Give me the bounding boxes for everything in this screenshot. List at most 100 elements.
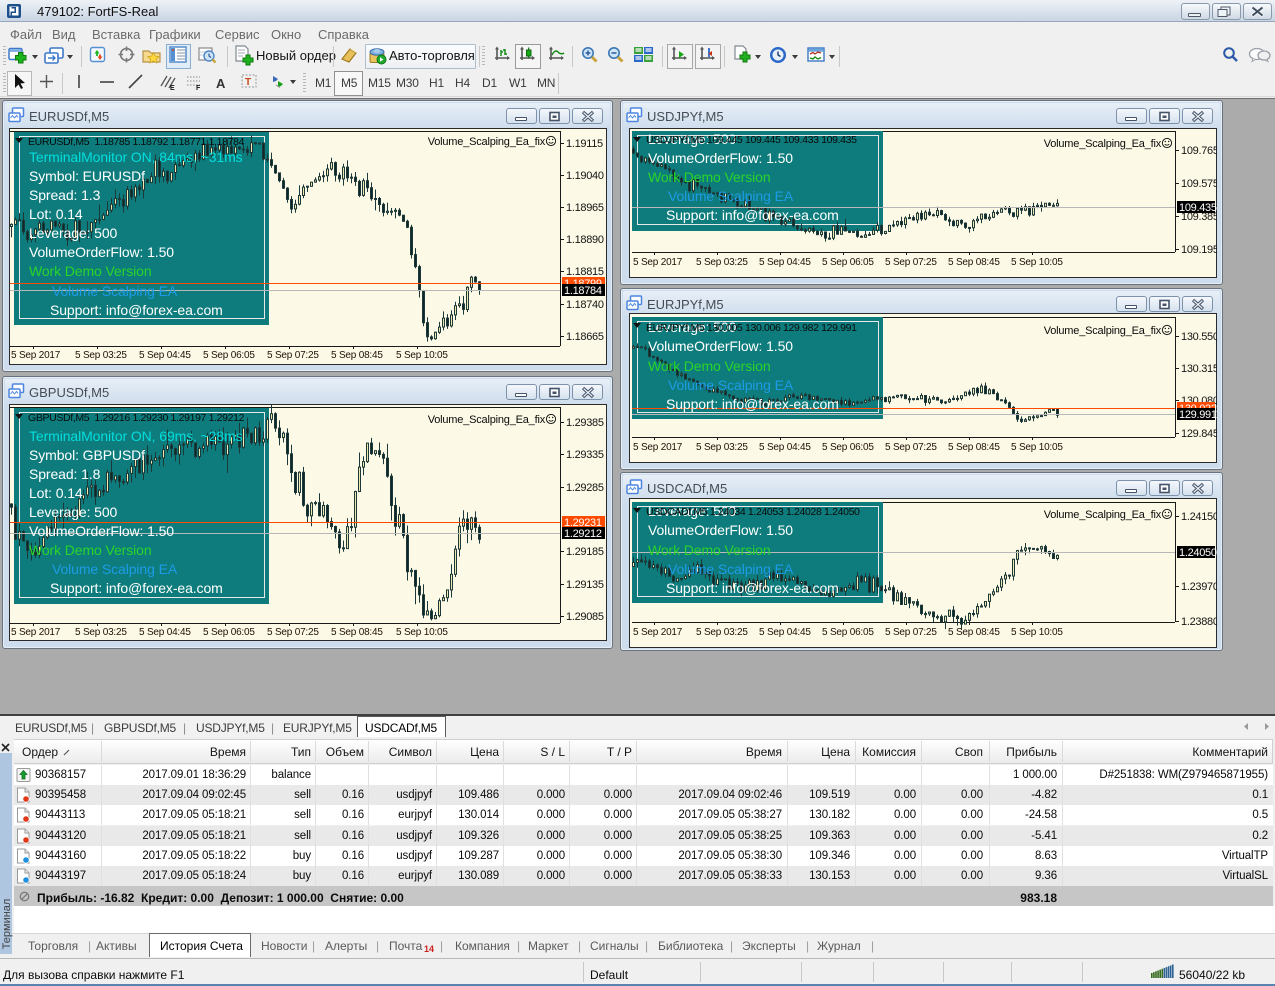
svg-text:Volume_Scalping_Ea_fix: Volume_Scalping_Ea_fix (1044, 509, 1162, 521)
svg-text:Support: info@forex-ea.com: Support: info@forex-ea.com (666, 580, 839, 596)
svg-text:5 Sep 03:25: 5 Sep 03:25 (696, 257, 748, 268)
svg-text:5 Sep 08:45: 5 Sep 08:45 (331, 627, 383, 638)
svg-text:1.29185: 1.29185 (566, 546, 604, 558)
svg-text:1.18815: 1.18815 (566, 266, 604, 278)
svg-text:1.29385: 1.29385 (566, 417, 604, 429)
svg-text:5 Sep 03:25: 5 Sep 03:25 (75, 350, 127, 361)
svg-text:1.29335: 1.29335 (566, 449, 604, 461)
svg-text:VolumeOrderFlow: 1.50: VolumeOrderFlow: 1.50 (648, 338, 793, 354)
svg-text:Leverage: 500: Leverage: 500 (29, 504, 118, 520)
svg-text:Volume_Scalping_Ea_fix: Volume_Scalping_Ea_fix (1044, 325, 1162, 337)
svg-text:1.23880: 1.23880 (1181, 616, 1217, 628)
svg-text:109.435: 109.435 (1179, 202, 1217, 214)
svg-text:1.24150: 1.24150 (1181, 511, 1217, 523)
svg-text:Support: info@forex-ea.com: Support: info@forex-ea.com (50, 302, 223, 318)
svg-text:Leverage: 500: Leverage: 500 (29, 225, 118, 241)
svg-text:5 Sep 10:05: 5 Sep 10:05 (1011, 257, 1063, 268)
svg-text:1.19040: 1.19040 (566, 170, 604, 182)
svg-text:GBPUSDf,M5 1.29216 1.29230 1.: GBPUSDf,M5 1.29216 1.29230 1.29197 1.292… (28, 412, 245, 424)
svg-text:130.315: 130.315 (1181, 363, 1217, 375)
svg-text:1.18784: 1.18784 (564, 285, 602, 297)
svg-text:VolumeOrderFlow: 1.50: VolumeOrderFlow: 1.50 (29, 523, 174, 539)
svg-text:5 Sep 10:05: 5 Sep 10:05 (396, 350, 448, 361)
svg-text:5 Sep 06:05: 5 Sep 06:05 (822, 257, 874, 268)
svg-text:Lot: 0.14: Lot: 0.14 (29, 485, 83, 501)
svg-text:1.19115: 1.19115 (566, 138, 603, 150)
svg-text:Volume Scalping EA: Volume Scalping EA (668, 188, 794, 204)
svg-text:Support: info@forex-ea.com: Support: info@forex-ea.com (666, 207, 839, 223)
svg-text:Symbol: GBPUSDf: Symbol: GBPUSDf (29, 447, 145, 463)
svg-text:1.24050: 1.24050 (1179, 547, 1217, 559)
svg-text:VolumeOrderFlow: 1.50: VolumeOrderFlow: 1.50 (648, 522, 793, 538)
svg-text:5 Sep 08:45: 5 Sep 08:45 (948, 442, 1000, 453)
svg-text:129.991: 129.991 (1179, 409, 1217, 421)
svg-text:1.18965: 1.18965 (566, 202, 604, 214)
svg-text:5 Sep 2017: 5 Sep 2017 (11, 350, 61, 361)
svg-text:Spread: 1.3: Spread: 1.3 (29, 187, 101, 203)
svg-text:130.550: 130.550 (1181, 331, 1217, 343)
svg-text:5 Sep 2017: 5 Sep 2017 (11, 627, 61, 638)
svg-text:F: F (196, 85, 201, 92)
svg-text:Volume_Scalping_Ea_fix: Volume_Scalping_Ea_fix (1044, 138, 1162, 150)
svg-text:1.29085: 1.29085 (566, 611, 604, 623)
svg-text:USDCADf,M5 1.24034 1.24053 1.2: USDCADf,M5 1.24034 1.24053 1.24028 1.240… (646, 506, 860, 518)
svg-text:5 Sep 06:05: 5 Sep 06:05 (203, 627, 255, 638)
svg-text:1.18665: 1.18665 (566, 331, 604, 343)
svg-text:5 Sep 10:05: 5 Sep 10:05 (1011, 442, 1063, 453)
svg-text:Volume Scalping EA: Volume Scalping EA (52, 561, 178, 577)
svg-text:1.29135: 1.29135 (566, 579, 604, 591)
svg-text:T: T (245, 77, 251, 88)
svg-text:Support: info@forex-ea.com: Support: info@forex-ea.com (50, 580, 223, 596)
svg-text:5 Sep 04:45: 5 Sep 04:45 (139, 627, 191, 638)
svg-text:5 Sep 03:25: 5 Sep 03:25 (696, 627, 748, 638)
svg-text:5 Sep 10:05: 5 Sep 10:05 (396, 627, 448, 638)
svg-text:109.765: 109.765 (1181, 145, 1217, 157)
svg-text:TerminalMonitor ON, 84ms, ~31m: TerminalMonitor ON, 84ms, ~31ms (29, 149, 243, 165)
svg-text:5 Sep 06:05: 5 Sep 06:05 (822, 627, 874, 638)
svg-text:5 Sep 07:25: 5 Sep 07:25 (267, 627, 319, 638)
svg-text:EURUSDf,M5 1.18785 1.18792 1.: EURUSDf,M5 1.18785 1.18792 1.18771 1.187… (28, 136, 245, 148)
svg-text:5 Sep 06:05: 5 Sep 06:05 (203, 350, 255, 361)
svg-text:5 Sep 07:25: 5 Sep 07:25 (885, 257, 937, 268)
svg-text:TerminalMonitor ON, 69ms, ~28m: TerminalMonitor ON, 69ms, ~28ms (29, 428, 243, 444)
svg-text:5 Sep 2017: 5 Sep 2017 (633, 627, 683, 638)
svg-text:5 Sep 07:25: 5 Sep 07:25 (885, 442, 937, 453)
svg-text:Volume_Scalping_Ea_fix: Volume_Scalping_Ea_fix (428, 414, 546, 426)
svg-text:1.29212: 1.29212 (564, 528, 602, 540)
svg-text:5 Sep 07:25: 5 Sep 07:25 (267, 350, 319, 361)
svg-text:1.23970: 1.23970 (1181, 581, 1217, 593)
svg-text:5 Sep 08:45: 5 Sep 08:45 (331, 350, 383, 361)
svg-text:Work Demo Version: Work Demo Version (648, 358, 771, 374)
svg-text:5 Sep 06:05: 5 Sep 06:05 (822, 442, 874, 453)
svg-text:1.18740: 1.18740 (566, 299, 604, 311)
svg-text:109.575: 109.575 (1181, 178, 1217, 190)
svg-text:5 Sep 04:45: 5 Sep 04:45 (759, 257, 811, 268)
svg-text:5 Sep 07:25: 5 Sep 07:25 (885, 627, 937, 638)
svg-text:1.18890: 1.18890 (566, 234, 604, 246)
svg-text:Symbol: EURUSDf: Symbol: EURUSDf (29, 168, 145, 184)
svg-text:5 Sep 10:05: 5 Sep 10:05 (1011, 627, 1063, 638)
svg-text:E: E (170, 85, 175, 92)
svg-text:5 Sep 04:45: 5 Sep 04:45 (759, 442, 811, 453)
svg-text:Volume_Scalping_Ea_fix: Volume_Scalping_Ea_fix (428, 136, 546, 148)
svg-text:5 Sep 2017: 5 Sep 2017 (633, 257, 683, 268)
svg-text:Spread: 1.8: Spread: 1.8 (29, 466, 101, 482)
svg-text:5 Sep 04:45: 5 Sep 04:45 (759, 627, 811, 638)
svg-text:Volume Scalping EA: Volume Scalping EA (668, 377, 794, 393)
svg-text:Support: info@forex-ea.com: Support: info@forex-ea.com (666, 396, 839, 412)
svg-text:EURJPYf,M5 130.005 130.006 129: EURJPYf,M5 130.005 130.006 129.982 129.9… (646, 322, 857, 334)
svg-text:109.195: 109.195 (1181, 244, 1217, 256)
svg-text:VolumeOrderFlow: 1.50: VolumeOrderFlow: 1.50 (29, 244, 174, 260)
svg-text:1.29285: 1.29285 (566, 482, 604, 494)
svg-text:Volume Scalping EA: Volume Scalping EA (668, 561, 794, 577)
svg-text:Work Demo Version: Work Demo Version (648, 169, 771, 185)
svg-text:5 Sep 03:25: 5 Sep 03:25 (75, 627, 127, 638)
svg-text:5 Sep 2017: 5 Sep 2017 (633, 442, 683, 453)
svg-text:Volume Scalping EA: Volume Scalping EA (52, 283, 178, 299)
svg-text:Work Demo Version: Work Demo Version (29, 542, 152, 558)
svg-text:USDJPYf,M5 109.445 109.445 109: USDJPYf,M5 109.445 109.445 109.433 109.4… (646, 134, 857, 146)
svg-text:5 Sep 08:45: 5 Sep 08:45 (948, 257, 1000, 268)
svg-text:VolumeOrderFlow: 1.50: VolumeOrderFlow: 1.50 (648, 150, 793, 166)
svg-text:5 Sep 08:45: 5 Sep 08:45 (948, 627, 1000, 638)
svg-text:Work Demo Version: Work Demo Version (29, 263, 152, 279)
